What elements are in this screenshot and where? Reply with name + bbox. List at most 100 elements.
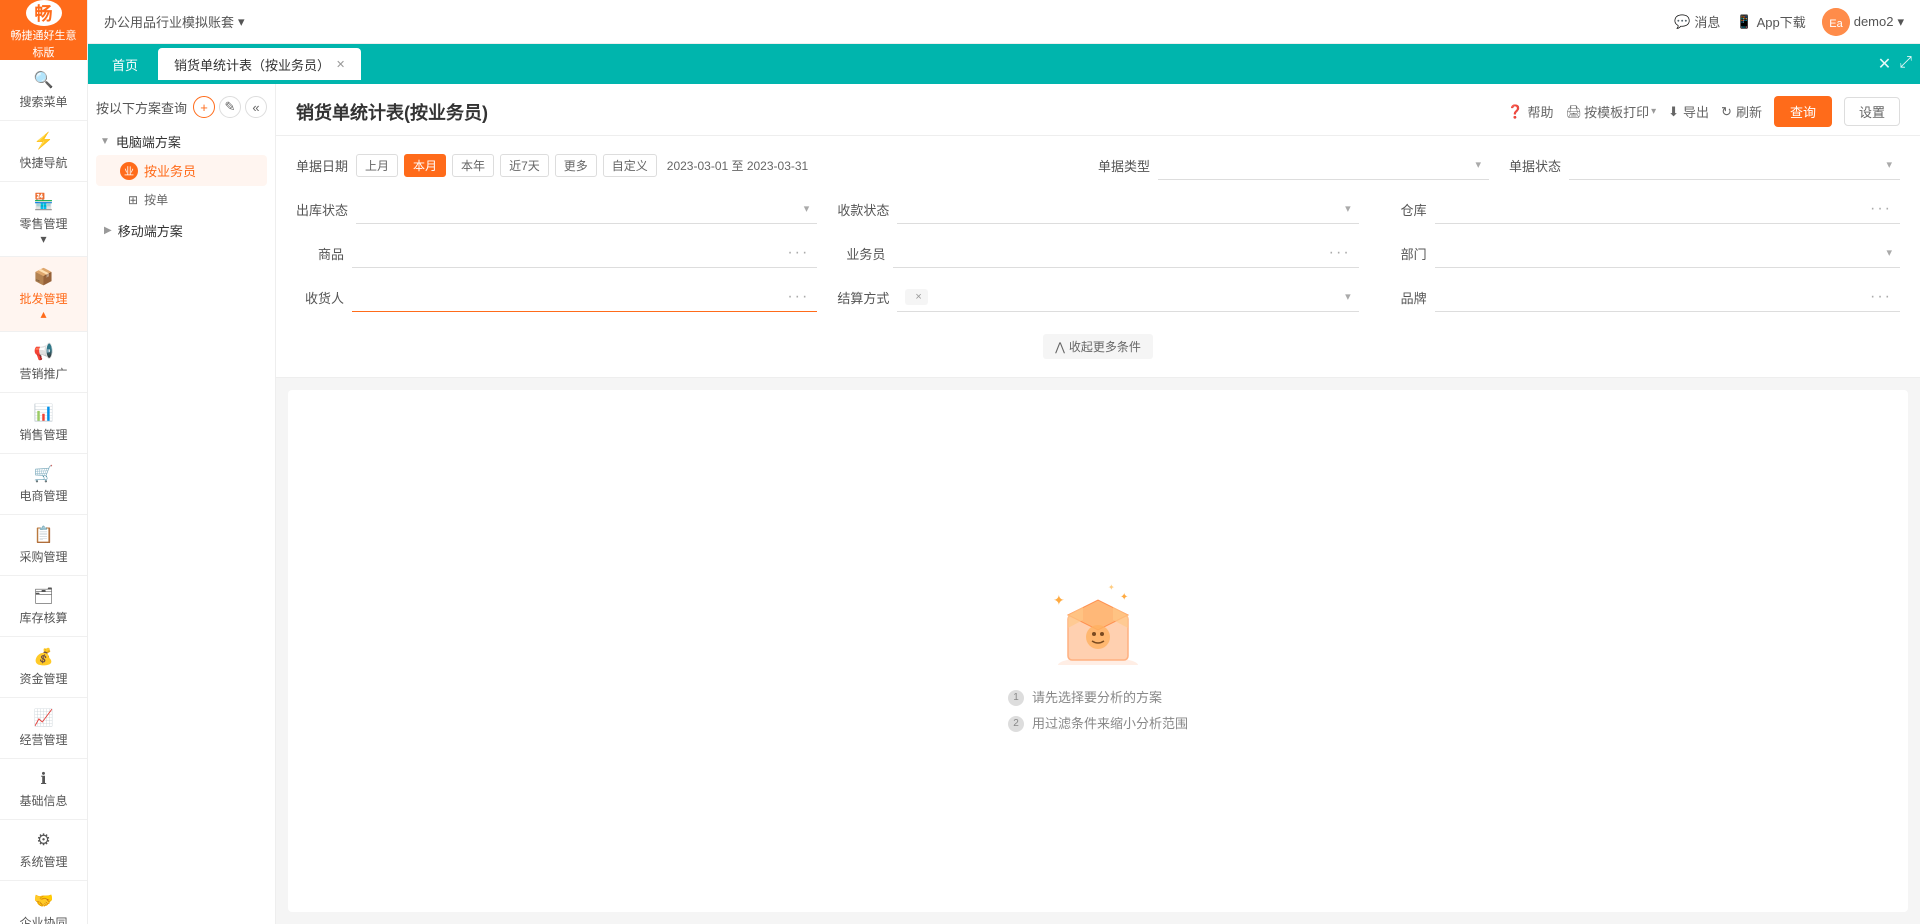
left-panel-actions: + ✎ « [193, 96, 267, 118]
tab-restore-btn[interactable]: ⤢ [1899, 54, 1912, 74]
filter-salesperson: 业务员 ··· [837, 238, 1358, 268]
export-icon: ⬇ [1668, 104, 1679, 120]
sidebar-item-ecommerce[interactable]: 🛒 电商管理 [0, 454, 87, 515]
collapse-up-icon: ⋀ [1055, 340, 1065, 354]
sidebar-item-system[interactable]: ⚙ 系统管理 [0, 820, 87, 881]
ecommerce-icon: 🛒 [34, 464, 54, 484]
sidebar-item-basic[interactable]: ℹ 基础信息 [0, 759, 87, 820]
salesperson-select[interactable]: ··· [893, 238, 1358, 268]
sidebar-wholesale-label: 批发管理 [19, 290, 67, 307]
tab-home[interactable]: 首页 [96, 48, 154, 80]
sidebar-finance-label: 资金管理 [19, 670, 67, 687]
brand-select[interactable]: ··· [1435, 282, 1900, 312]
sidebar-item-marketing[interactable]: 📢 营销推广 [0, 332, 87, 393]
pc-scheme-header[interactable]: ▼ 电脑端方案 [96, 128, 267, 155]
settle-tag-close[interactable]: × [915, 291, 921, 303]
date-curr-year[interactable]: 本年 [452, 154, 494, 177]
empty-text: 1 请先选择要分析的方案 2 用过滤条件来缩小分析范围 [1008, 685, 1188, 737]
date-more[interactable]: 更多 [555, 154, 597, 177]
settle-select[interactable]: × ▾ [897, 282, 1358, 312]
username-label: demo2 [1854, 14, 1894, 29]
user-menu[interactable]: Ea demo2 ▾ [1822, 8, 1904, 36]
basic-icon: ℹ [40, 769, 46, 789]
left-panel: 按以下方案查询 + ✎ « ▼ 电脑端方案 业 按业务员 ⊞ 按单 [88, 84, 276, 924]
query-btn[interactable]: 查询 [1774, 96, 1832, 127]
salesperson-label: 业务员 [837, 244, 885, 263]
filter-doc-type: 单据类型 ▾ [1098, 150, 1489, 180]
date-last7[interactable]: 近7天 [500, 154, 549, 177]
date-prev-month[interactable]: 上月 [356, 154, 398, 177]
tab-sales-stat[interactable]: 销货单统计表（按业务员） ✕ [158, 48, 361, 80]
sidebar-item-purchase[interactable]: 📋 采购管理 [0, 515, 87, 576]
print-btn[interactable]: 🖨 按模板打印 ▾ [1566, 102, 1657, 121]
sidebar-item-quicknav[interactable]: ⚡ 快捷导航 [0, 121, 87, 182]
sidebar-item-corp[interactable]: 🤝 企业协同 [0, 881, 87, 924]
left-panel-header: 按以下方案查询 + ✎ « [96, 96, 267, 118]
export-btn[interactable]: ⬇ 导出 [1668, 102, 1709, 121]
settle-label: 结算方式 [837, 288, 889, 307]
doc-status-select[interactable]: ▾ [1569, 150, 1900, 180]
mobile-scheme-header[interactable]: ▶ 移动端方案 [96, 217, 267, 244]
refresh-btn[interactable]: ↻ 刷新 [1721, 102, 1762, 121]
goods-select[interactable]: ··· [352, 238, 817, 268]
sidebar-item-wholesale[interactable]: 📦 批发管理 ▴ [0, 257, 87, 332]
receiver-label: 收货人 [296, 288, 344, 307]
warehouse-select[interactable]: ··· [1435, 194, 1900, 224]
sidebar-item-search[interactable]: 🔍 搜索菜单 [0, 60, 87, 121]
scheme-salesperson[interactable]: 业 按业务员 [96, 155, 267, 186]
filter-row-1: 单据日期 上月 本月 本年 近7天 更多 自定义 2023-03-01 至 20… [296, 150, 1900, 180]
date-controls: 上月 本月 本年 近7天 更多 自定义 2023-03-01 至 2023-03… [356, 154, 1078, 177]
sidebar-quicknav-label: 快捷导航 [19, 154, 67, 171]
page-title: 销货单统计表(按业务员) [296, 99, 488, 125]
pc-scheme-label: 电脑端方案 [116, 132, 181, 151]
tab-close-btn[interactable]: ✕ [336, 58, 345, 71]
left-panel-title: 按以下方案查询 [96, 98, 187, 117]
filter-row-3: 商品 ··· 业务员 ··· 部门 [296, 238, 1900, 268]
doc-type-arrow: ▾ [1475, 158, 1481, 171]
mobile-scheme-group: ▶ 移动端方案 [96, 217, 267, 244]
sidebar-basic-label: 基础信息 [19, 792, 67, 809]
breadcrumb-dropdown[interactable]: 办公用品行业模拟账套 ▾ [104, 12, 245, 31]
settle-tag: × [905, 289, 927, 305]
edit-scheme-btn[interactable]: ✎ [219, 96, 241, 118]
tab-minimize-btn[interactable]: ✕ [1878, 54, 1891, 74]
filter-warehouse: 仓库 ··· [1379, 194, 1900, 224]
setting-btn[interactable]: 设置 [1844, 97, 1900, 126]
add-scheme-btn[interactable]: + [193, 96, 215, 118]
collapse-btn[interactable]: ⋀ 收起更多条件 [1043, 334, 1153, 359]
retail-icon: 🏪 [34, 192, 54, 212]
sidebar-item-inventory[interactable]: 🗂 库存核算 [0, 576, 87, 637]
date-custom[interactable]: 自定义 [603, 154, 657, 177]
filter-date: 单据日期 上月 本月 本年 近7天 更多 自定义 2023-03-01 至 20… [296, 154, 1078, 177]
sidebar-inventory-label: 库存核算 [19, 609, 67, 626]
sidebar-item-business[interactable]: 📈 经营管理 [0, 698, 87, 759]
receiver-input[interactable]: ··· [352, 282, 817, 312]
export-label: 导出 [1683, 102, 1709, 121]
filter-doc-status: 单据状态 ▾ [1509, 150, 1900, 180]
receiver-dots: ··· [787, 288, 809, 306]
app-download-btn[interactable]: 📱 App下载 [1736, 12, 1805, 31]
sidebar-ecommerce-label: 电商管理 [19, 487, 67, 504]
dept-select[interactable]: ▾ [1435, 238, 1900, 268]
filter-out-status: 出库状态 ▾ [296, 194, 817, 224]
help-btn[interactable]: ❓ 帮助 [1507, 102, 1553, 121]
receive-status-select[interactable]: ▾ [897, 194, 1358, 224]
sidebar-item-finance[interactable]: 💰 资金管理 [0, 637, 87, 698]
message-btn[interactable]: 💬 消息 [1674, 12, 1720, 31]
tab-home-label: 首页 [112, 55, 138, 74]
sub-scheme-order[interactable]: ⊞ 按单 [96, 186, 267, 213]
empty-state: ✦ ✦ ✦ 1 请先选择要分析的方案 2 用过滤条件来缩小分析范围 [288, 390, 1908, 912]
sidebar-item-sales[interactable]: 📊 销售管理 [0, 393, 87, 454]
receive-status-label: 收款状态 [837, 200, 889, 219]
doc-type-select[interactable]: ▾ [1158, 150, 1489, 180]
marketing-icon: 📢 [34, 342, 54, 362]
collapse-panel-btn[interactable]: « [245, 96, 267, 118]
out-status-select[interactable]: ▾ [356, 194, 817, 224]
sidebar-logo: 畅 畅捷通好生意 标版 [0, 0, 88, 60]
print-dropdown-arrow: ▾ [1651, 106, 1656, 117]
sidebar-item-retail[interactable]: 🏪 零售管理 ▾ [0, 182, 87, 257]
avatar: Ea [1822, 8, 1850, 36]
help-label: 帮助 [1528, 102, 1554, 121]
date-curr-month[interactable]: 本月 [404, 154, 446, 177]
right-panel: 销货单统计表(按业务员) ❓ 帮助 🖨 按模板打印 ▾ ⬇ 导出 [276, 84, 1920, 924]
